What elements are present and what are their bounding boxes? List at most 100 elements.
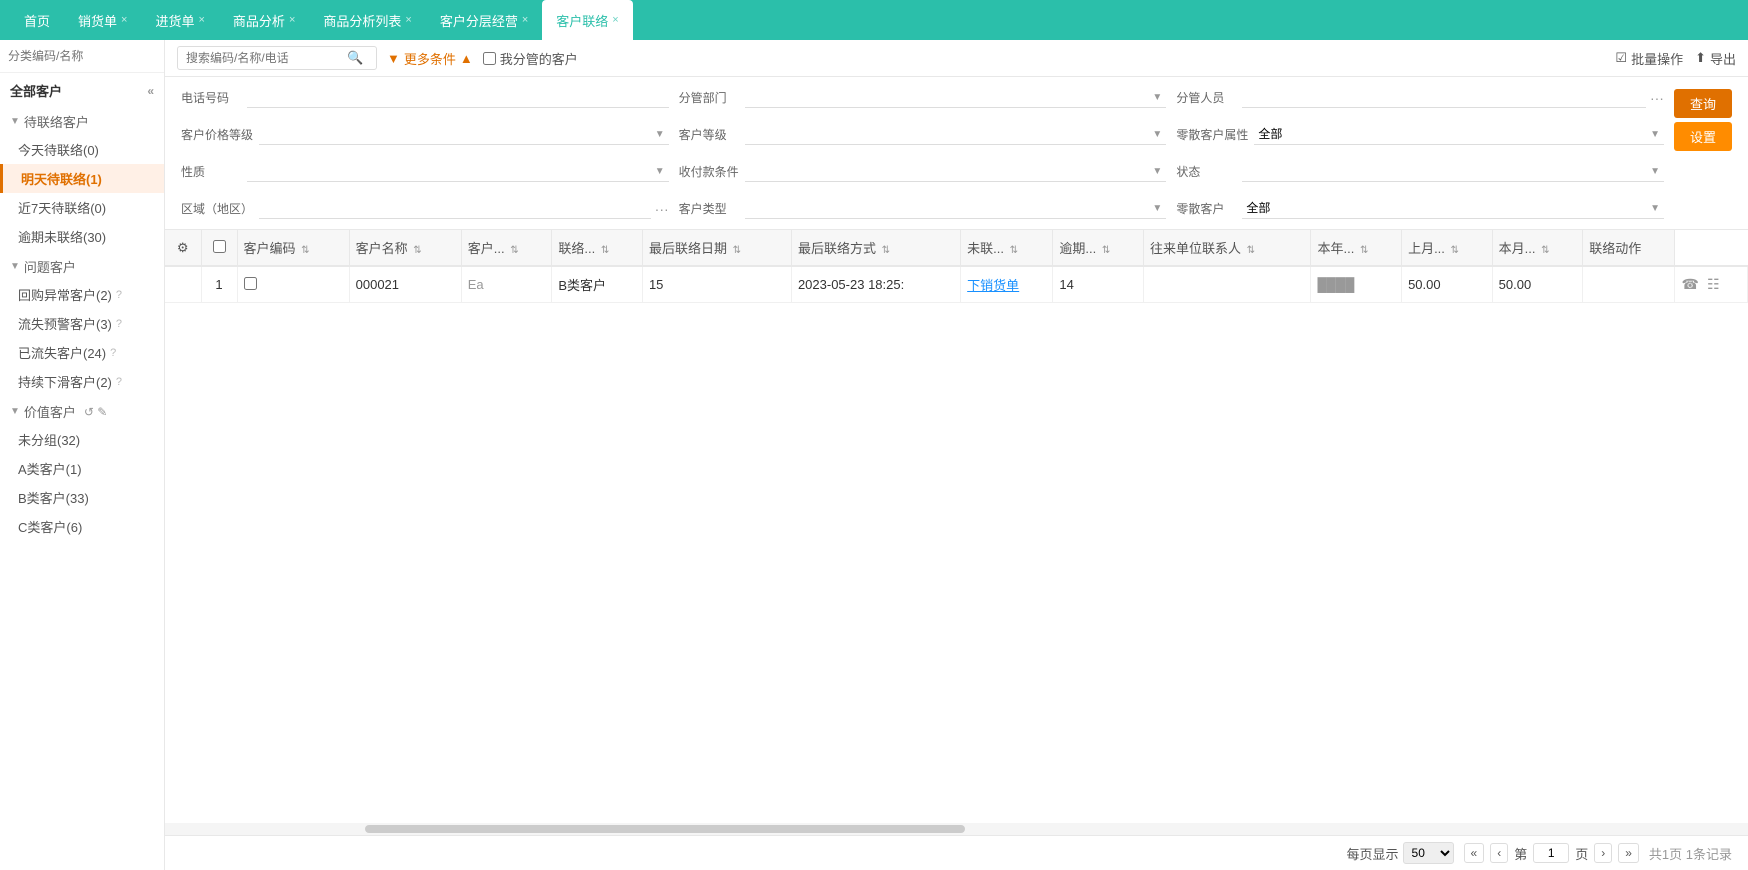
nav-analysis-list-close[interactable]: ×	[405, 14, 411, 26]
batch-button[interactable]: ☑ 批量操作	[1615, 49, 1683, 68]
price-level-select[interactable]	[259, 124, 669, 144]
nav-customer-tier[interactable]: 客户分层经营 ×	[426, 0, 542, 40]
filter-button[interactable]: ▼ 更多条件 ▲	[387, 49, 473, 68]
nav-purchase[interactable]: 进货单 ×	[141, 0, 218, 40]
action-contact-icon[interactable]: ☎	[1681, 276, 1698, 293]
th-last-date[interactable]: 最后联络日期 ⇅	[642, 230, 791, 266]
sidebar-item-today[interactable]: 今天待联络(0)	[0, 135, 164, 164]
prev-page-button[interactable]: ‹	[1490, 843, 1508, 863]
sidebar-item-churned[interactable]: 已流失客户(24) ?	[0, 338, 164, 367]
collapse-icon[interactable]: «	[147, 84, 154, 98]
nav-customer-contact-close[interactable]: ×	[612, 14, 618, 26]
value-group-icons[interactable]: ↺ ✎	[84, 405, 107, 419]
sidebar-search-box[interactable]: 🔍	[0, 40, 164, 73]
nav-analysis-list[interactable]: 商品分析列表 ×	[309, 0, 425, 40]
nav-customer-contact[interactable]: 客户联络 ×	[542, 0, 632, 40]
first-page-button[interactable]: «	[1464, 843, 1485, 863]
sidebar-item-overdue[interactable]: 逾期未联络(30)	[0, 222, 164, 251]
select-all-checkbox[interactable]	[213, 240, 226, 253]
sidebar-item-7days[interactable]: 近7天待联络(0)	[0, 193, 164, 222]
nav-analysis[interactable]: 商品分析 ×	[219, 0, 309, 40]
row-year-amount: 50.00	[1408, 277, 1441, 292]
search-input[interactable]	[186, 51, 341, 65]
sidebar-item-repurchase[interactable]: 回购异常客户(2) ?	[0, 280, 164, 309]
sidebar-all-customers[interactable]: 全部客户 «	[0, 73, 164, 106]
th-last-method[interactable]: 最后联络方式 ⇅	[791, 230, 960, 266]
nav-purchase-close[interactable]: ×	[198, 14, 204, 26]
th-contact-count[interactable]: 联络... ⇅	[552, 230, 643, 266]
th-type[interactable]: 客户... ⇅	[461, 230, 552, 266]
nav-customer-tier-close[interactable]: ×	[522, 14, 528, 26]
customer-type-select-wrapper[interactable]: ▼	[745, 198, 1167, 219]
row-last-method-cell[interactable]: 下销货单	[961, 266, 1053, 303]
last-page-button[interactable]: »	[1618, 843, 1639, 863]
th-uncontacted[interactable]: 未联... ⇅	[961, 230, 1053, 266]
sidebar-item-b-class[interactable]: B类客户(33)	[0, 483, 164, 512]
row-last-method[interactable]: 下销货单	[967, 278, 1019, 293]
phone-input[interactable]	[247, 87, 669, 108]
region-input[interactable]	[259, 198, 651, 219]
export-button[interactable]: ⬆ 导出	[1695, 49, 1736, 68]
row-checkbox[interactable]	[244, 277, 257, 290]
page-size-select[interactable]: 50 10 20 100	[1403, 842, 1454, 864]
query-button[interactable]: 查询	[1674, 89, 1732, 118]
nav-analysis-close[interactable]: ×	[289, 14, 295, 26]
th-overdue[interactable]: 逾期... ⇅	[1053, 230, 1144, 266]
nav-sales[interactable]: 销货单 ×	[64, 0, 141, 40]
sidebar-item-ungrouped[interactable]: 未分组(32)	[0, 425, 164, 454]
table-scroll-thumb[interactable]	[365, 825, 965, 833]
branch-person-dots[interactable]: ···	[1650, 90, 1664, 106]
help-icon-churn[interactable]: ?	[116, 318, 122, 330]
my-customers-checkbox-label[interactable]: 我分管的客户	[483, 49, 578, 68]
customer-type-select[interactable]	[745, 198, 1167, 218]
help-icon-churned[interactable]: ?	[110, 347, 116, 359]
settings-button[interactable]: 设置	[1674, 122, 1732, 151]
search-box[interactable]: 🔍	[177, 46, 377, 70]
sidebar-search-input[interactable]	[8, 49, 163, 63]
action-more-icon[interactable]: ☷	[1707, 276, 1720, 293]
th-checkbox[interactable]	[201, 230, 237, 266]
customer-level-select[interactable]	[745, 124, 1167, 144]
retail-attr-select[interactable]: 全部	[1254, 124, 1664, 144]
retail-customer-select-wrapper[interactable]: 全部 ▼	[1242, 198, 1664, 219]
help-icon-declining[interactable]: ?	[116, 376, 122, 388]
th-last-month[interactable]: 上月... ⇅	[1402, 230, 1493, 266]
row-checkbox-cell[interactable]	[237, 266, 349, 303]
retail-attr-select-wrapper[interactable]: 全部 ▼	[1254, 124, 1664, 145]
toolbar-search-icon[interactable]: 🔍	[347, 50, 363, 66]
status-select-wrapper[interactable]: ▼	[1242, 161, 1664, 182]
th-contact-person[interactable]: 往来单位联系人 ⇅	[1144, 230, 1311, 266]
payment-select-wrapper[interactable]: ▼	[745, 161, 1167, 182]
sidebar-item-c-class[interactable]: C类客户(6)	[0, 512, 164, 541]
sidebar-item-a-class[interactable]: A类客户(1)	[0, 454, 164, 483]
sidebar-group-value[interactable]: 价值客户 ↺ ✎	[0, 396, 164, 425]
sidebar-group-problem[interactable]: 问题客户	[0, 251, 164, 280]
th-name[interactable]: 客户名称 ⇅	[349, 230, 461, 266]
sidebar-group-pending[interactable]: 待联络客户	[0, 106, 164, 135]
th-settings[interactable]: ⚙	[165, 230, 201, 266]
branch-person-input[interactable]	[1242, 87, 1646, 108]
sidebar-item-churn-warning[interactable]: 流失预警客户(3) ?	[0, 309, 164, 338]
th-code[interactable]: 客户编码 ⇅	[237, 230, 349, 266]
sidebar-item-tomorrow[interactable]: 明天待联络(1)	[0, 164, 164, 193]
region-dots[interactable]: ···	[655, 201, 669, 217]
retail-customer-select[interactable]: 全部	[1242, 198, 1664, 218]
branch-dept-select-wrapper[interactable]: ▼	[745, 87, 1167, 108]
gender-select-wrapper[interactable]: ▼	[247, 161, 669, 182]
customer-level-select-wrapper[interactable]: ▼	[745, 124, 1167, 145]
my-customers-checkbox[interactable]	[483, 52, 496, 65]
branch-dept-select[interactable]	[745, 87, 1167, 107]
th-year-amount[interactable]: 本年... ⇅	[1311, 230, 1402, 266]
status-select[interactable]	[1242, 161, 1664, 181]
table-scroll-bar[interactable]	[165, 823, 1748, 835]
th-this-month[interactable]: 本月... ⇅	[1492, 230, 1583, 266]
payment-select[interactable]	[745, 161, 1167, 181]
price-level-select-wrapper[interactable]: ▼	[259, 124, 669, 145]
gender-select[interactable]	[247, 161, 669, 181]
page-input[interactable]	[1533, 843, 1569, 863]
sidebar-item-declining[interactable]: 持续下滑客户(2) ?	[0, 367, 164, 396]
next-page-button[interactable]: ›	[1594, 843, 1612, 863]
help-icon-repurchase[interactable]: ?	[116, 289, 122, 301]
nav-home[interactable]: 首页	[10, 0, 64, 40]
nav-sales-close[interactable]: ×	[121, 14, 127, 26]
